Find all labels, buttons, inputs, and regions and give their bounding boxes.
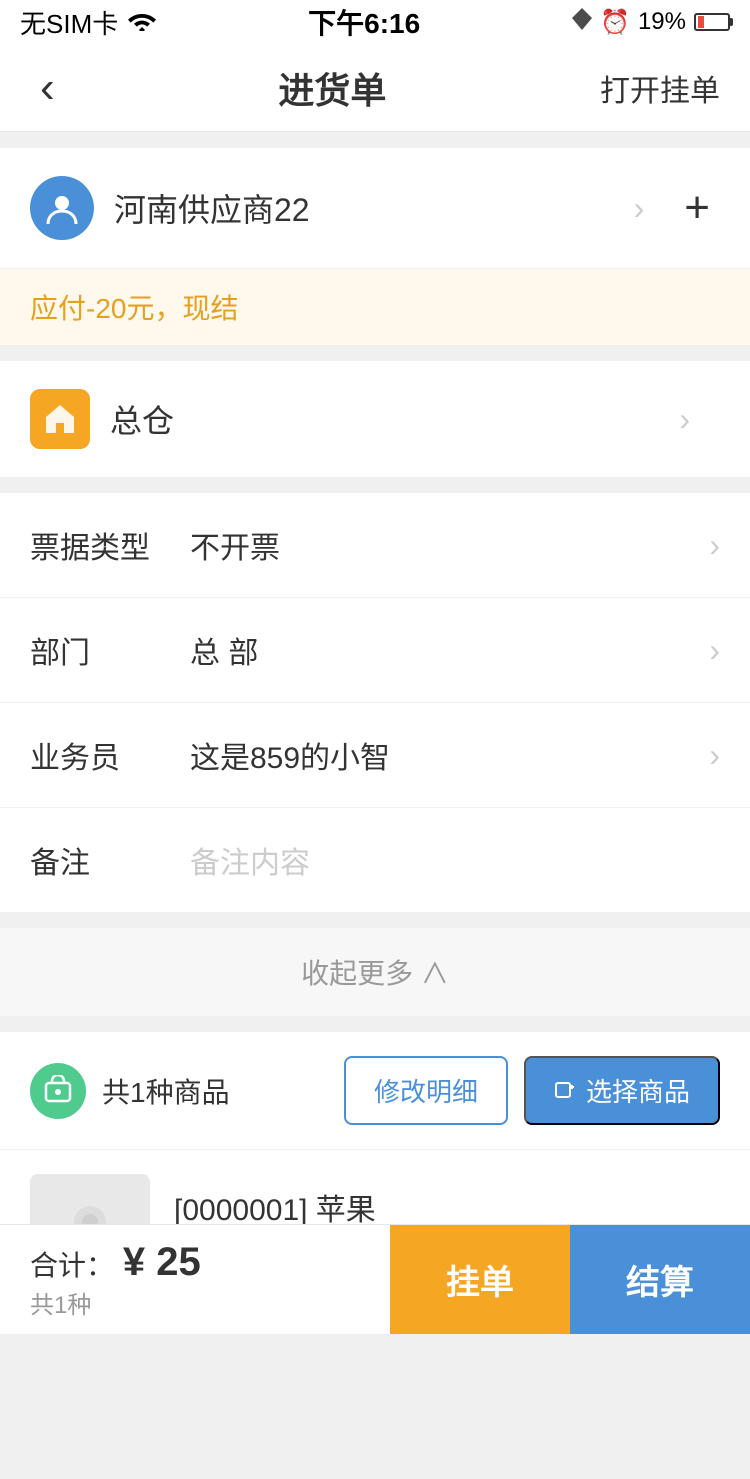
products-icon [30,1063,86,1119]
product-title: 苹果 [316,1194,376,1227]
checkout-button[interactable]: 结算 [570,1225,750,1334]
supplier-name: 河南供应商22 [114,185,634,231]
salesman-row[interactable]: 业务员 这是859的小智 › [0,703,750,808]
chevron-right-icon: › [634,190,645,227]
avatar [30,176,94,240]
status-right: ⏰ 19% [572,8,730,37]
battery-icon [694,13,730,31]
battery-tip [730,18,733,26]
salesman-label: 业务员 [30,733,190,777]
warehouse-icon [30,389,90,449]
chevron-right-icon: › [709,527,720,564]
remark-placeholder: 备注内容 [190,838,720,882]
select-product-label: 选择商品 [586,1072,690,1109]
status-left: 无SIM卡 [20,4,156,41]
bottom-bar: 合计： ¥ 25 共1种 挂单 结算 [0,1224,750,1334]
chevron-right-icon: › [709,632,720,669]
form-section: 票据类型 不开票 › 部门 总 部 › 业务员 这是859的小智 › 备注 备注… [0,493,750,912]
supplier-notice: 应付-20元，现结 [0,269,750,345]
product-name: [0000001] 苹果 [174,1185,668,1229]
ticket-type-label: 票据类型 [30,523,190,567]
total-label: 合计： [30,1250,114,1281]
ticket-type-value: 不开票 [190,523,709,567]
select-product-button[interactable]: 选择商品 [524,1056,720,1125]
department-row[interactable]: 部门 总 部 › [0,598,750,703]
warehouse-row[interactable]: 总仓 › [0,361,750,477]
warehouse-name: 总仓 [110,396,679,442]
supplier-row[interactable]: 河南供应商22 › + [0,148,750,269]
status-bar: 无SIM卡 下午6:16 ⏰ 19% [0,0,750,44]
battery-fill [698,16,704,28]
battery-percent: 19% [638,8,686,36]
alarm-icon: ⏰ [600,8,630,37]
open-hang-button[interactable]: 打开挂单 [600,66,720,110]
products-header: 共1种商品 修改明细 选择商品 [0,1032,750,1150]
carrier-label: 无SIM卡 [20,4,118,41]
product-id: [0000001] [174,1194,316,1227]
chevron-right-icon: › [709,737,720,774]
ticket-type-row[interactable]: 票据类型 不开票 › [0,493,750,598]
wifi-icon [128,7,156,38]
location-icon [572,8,592,37]
hang-button[interactable]: 挂单 [390,1225,570,1334]
nav-bar: ‹ 进货单 打开挂单 [0,44,750,132]
total-row: 合计： ¥ 25 [30,1240,360,1285]
add-supplier-button[interactable]: + [674,183,720,233]
edit-detail-button[interactable]: 修改明细 [344,1056,508,1125]
supplier-section: 河南供应商22 › + 应付-20元，现结 [0,148,750,345]
chevron-right-icon: › [679,401,690,438]
status-time: 下午6:16 [308,2,420,42]
total-area: 合计： ¥ 25 共1种 [0,1225,390,1334]
warehouse-section: 总仓 › [0,361,750,477]
total-count: 共1种 [30,1285,360,1320]
page-title: 进货单 [278,62,386,114]
salesman-value: 这是859的小智 [190,733,709,777]
remark-label: 备注 [30,838,190,882]
total-amount: ¥ 25 [123,1240,201,1284]
back-button[interactable]: ‹ [30,53,65,123]
products-count: 共1种商品 [102,1071,344,1111]
department-label: 部门 [30,628,190,672]
collapse-button[interactable]: 收起更多 ∧ [0,928,750,1016]
remark-row[interactable]: 备注 备注内容 [0,808,750,912]
department-value: 总 部 [190,628,709,672]
